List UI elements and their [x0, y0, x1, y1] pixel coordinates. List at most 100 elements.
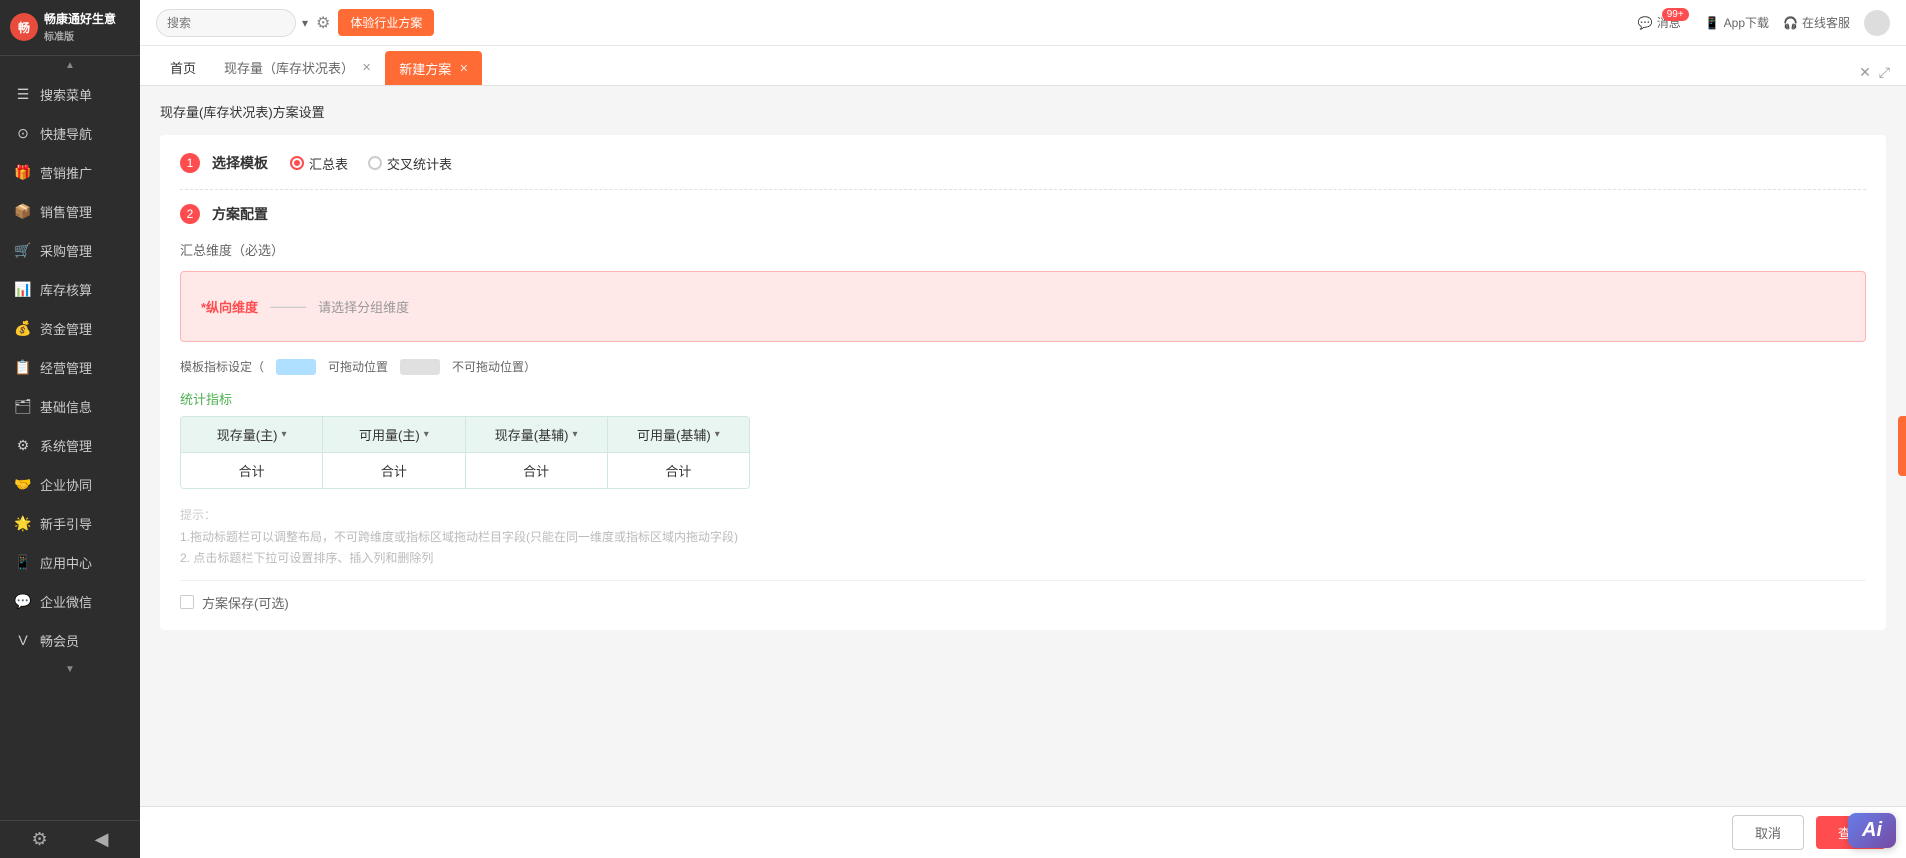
close-window-icon[interactable]: ✕: [1859, 64, 1871, 81]
app-logo: 畅 畅康通好生意 标准版: [0, 0, 140, 56]
avatar[interactable]: [1864, 10, 1890, 36]
step1-label: 选择模板: [212, 153, 268, 173]
stats-col-2-label: 现存量(基辅): [495, 425, 569, 444]
stats-col-0-label: 现存量(主): [217, 425, 278, 444]
stats-cell-1: 合计: [323, 453, 465, 488]
sidebar-footer: ⚙ ◀: [0, 820, 140, 858]
tab-inventory-status[interactable]: 现存量（库存状况表） ✕: [210, 51, 385, 85]
non-draggable-label: 不可拖动位置）: [452, 358, 536, 375]
radio-cross-circle: [368, 156, 382, 170]
sidebar-item-inventory[interactable]: 📊 库存核算: [0, 270, 140, 309]
search-dropdown-btn[interactable]: ▾: [302, 16, 308, 30]
stats-col-0: 现存量(主) ▾: [181, 417, 323, 452]
collapse-icon[interactable]: ◀: [95, 829, 109, 850]
quick-nav-icon: ⊙: [14, 124, 32, 142]
stats-cell-3: 合计: [608, 453, 749, 488]
radio-summary-circle: [290, 156, 304, 170]
right-scroll-handle[interactable]: [1898, 416, 1906, 476]
ai-badge[interactable]: Ai: [1848, 813, 1896, 848]
expand-window-icon[interactable]: ⤢: [1879, 64, 1890, 81]
tab-home[interactable]: 首页: [156, 51, 210, 85]
stats-col-1-dropdown[interactable]: ▾: [424, 429, 429, 440]
draggable-indicator: [276, 359, 316, 375]
sidebar-item-search-menu[interactable]: ☰ 搜索菜单: [0, 75, 140, 114]
sidebar-item-basic-info[interactable]: 🗂 基础信息: [0, 387, 140, 426]
indicator-title: 模板指标设定（: [180, 358, 264, 375]
dimension-selector[interactable]: *纵向维度 —— 请选择分组维度: [180, 271, 1866, 342]
sidebar-item-marketing[interactable]: 🎁 营销推广: [0, 153, 140, 192]
topbar-right: 💬 消息 99+ 📱 App下载 🎧 在线客服: [1638, 10, 1890, 36]
app-center-icon: 📱: [14, 553, 32, 571]
save-row: 方案保存(可选): [180, 580, 1866, 612]
tab-close-new-plan[interactable]: ✕: [459, 62, 468, 75]
marketing-icon: 🎁: [14, 163, 32, 181]
sidebar-item-new-guide[interactable]: 🌟 新手引导: [0, 504, 140, 543]
draggable-label: 可拖动位置: [328, 358, 388, 375]
purchase-icon: 🛒: [14, 241, 32, 259]
message-badge: 99+: [1662, 8, 1689, 21]
step1-badge: 1: [180, 153, 200, 173]
stats-col-1-label: 可用量(主): [359, 425, 420, 444]
message-icon: 💬: [1638, 16, 1653, 30]
sidebar-scroll-down[interactable]: ▼: [0, 660, 140, 679]
save-checkbox[interactable]: [180, 595, 194, 609]
gear-icon[interactable]: ⚙: [316, 13, 330, 33]
cancel-button[interactable]: 取消: [1732, 815, 1804, 850]
stats-col-2: 现存量(基辅) ▾: [466, 417, 608, 452]
stats-cell-2: 合计: [466, 453, 608, 488]
sidebar-item-sys-mgmt[interactable]: ⚙ 系统管理: [0, 426, 140, 465]
topbar-left: ▾ ⚙ 体验行业方案: [156, 9, 1628, 37]
tips-title: 提示：: [180, 508, 216, 522]
dimension-required-label: 汇总维度（必选）: [180, 240, 1866, 259]
online-service-btn[interactable]: 🎧 在线客服: [1783, 14, 1850, 31]
template-radio-group: 汇总表 交叉统计表: [290, 154, 452, 173]
stats-col-3-label: 可用量(基辅): [637, 425, 711, 444]
settings-icon[interactable]: ⚙: [32, 829, 48, 850]
sidebar-item-enterprise[interactable]: 🤝 企业协同: [0, 465, 140, 504]
sidebar-scroll-up[interactable]: ▲: [0, 56, 140, 75]
tips-area: 提示： 1.拖动标题栏可以调整布局，不可跨维度或指标区域拖动栏目字段(只能在同一…: [180, 505, 1866, 570]
sidebar-item-quick-nav[interactable]: ⊙ 快捷导航: [0, 114, 140, 153]
tab-new-plan[interactable]: 新建方案 ✕: [385, 51, 482, 85]
stats-table: 现存量(主) ▾ 可用量(主) ▾ 现存量(基辅) ▾ 可用量(基辅) ▾: [180, 416, 750, 489]
download-icon: 📱: [1705, 16, 1720, 30]
sidebar-item-sales[interactable]: 📦 销售管理: [0, 192, 140, 231]
tab-close-inventory[interactable]: ✕: [362, 61, 371, 74]
plan-config-card: 1 选择模板 汇总表 交叉统计表 2 方案配置: [160, 135, 1886, 630]
stats-col-3-dropdown[interactable]: ▾: [715, 429, 720, 440]
sidebar-item-finance[interactable]: 💰 资金管理: [0, 309, 140, 348]
stats-section-label: 统计指标: [180, 389, 1866, 408]
non-draggable-indicator: [400, 359, 440, 375]
app-download-btn[interactable]: 📱 App下载: [1705, 14, 1769, 31]
sidebar-item-app-center[interactable]: 📱 应用中心: [0, 543, 140, 582]
industry-btn[interactable]: 体验行业方案: [338, 9, 434, 36]
stats-cell-0: 合计: [181, 453, 323, 488]
topbar: ▾ ⚙ 体验行业方案 💬 消息 99+ 📱 App下载 🎧 在线客服: [140, 0, 1906, 46]
stats-data-row: 合计 合计 合计 合计: [181, 452, 749, 488]
sidebar-item-enterprise-wx[interactable]: 💬 企业微信: [0, 582, 140, 621]
search-input[interactable]: [156, 9, 296, 37]
sidebar-item-purchase[interactable]: 🛒 采购管理: [0, 231, 140, 270]
stats-col-1: 可用量(主) ▾: [323, 417, 465, 452]
sidebar: 畅 畅康通好生意 标准版 ▲ ☰ 搜索菜单 ⊙ 快捷导航 🎁 营销推广 📦 销售…: [0, 0, 140, 858]
enterprise-icon: 🤝: [14, 475, 32, 493]
topbar-search-area: ▾: [156, 9, 308, 37]
enterprise-wx-icon: 💬: [14, 592, 32, 610]
stats-col-2-dropdown[interactable]: ▾: [572, 429, 577, 440]
app-version: 标准版: [44, 28, 116, 43]
sales-icon: 📦: [14, 202, 32, 220]
stats-col-0-dropdown[interactable]: ▾: [281, 429, 286, 440]
search-menu-icon: ☰: [14, 85, 32, 103]
tip-1: 1.拖动标题栏可以调整布局，不可跨维度或指标区域拖动栏目字段(只能在同一维度或指…: [180, 530, 738, 544]
sys-mgmt-icon: ⚙: [14, 436, 32, 454]
step2-badge: 2: [180, 204, 200, 224]
radio-summary[interactable]: 汇总表: [290, 154, 348, 173]
sidebar-item-vip[interactable]: V 畅会员: [0, 621, 140, 660]
tabs-bar: 首页 现存量（库存状况表） ✕ 新建方案 ✕ ✕ ⤢: [140, 46, 1906, 86]
stats-col-3: 可用量(基辅) ▾: [608, 417, 749, 452]
vip-icon: V: [14, 631, 32, 649]
sidebar-item-operations[interactable]: 📋 经营管理: [0, 348, 140, 387]
radio-cross[interactable]: 交叉统计表: [368, 154, 452, 173]
tip-2: 2. 点击标题栏下拉可设置排序、插入列和删除列: [180, 551, 433, 565]
message-btn[interactable]: 💬 消息 99+: [1638, 14, 1681, 31]
